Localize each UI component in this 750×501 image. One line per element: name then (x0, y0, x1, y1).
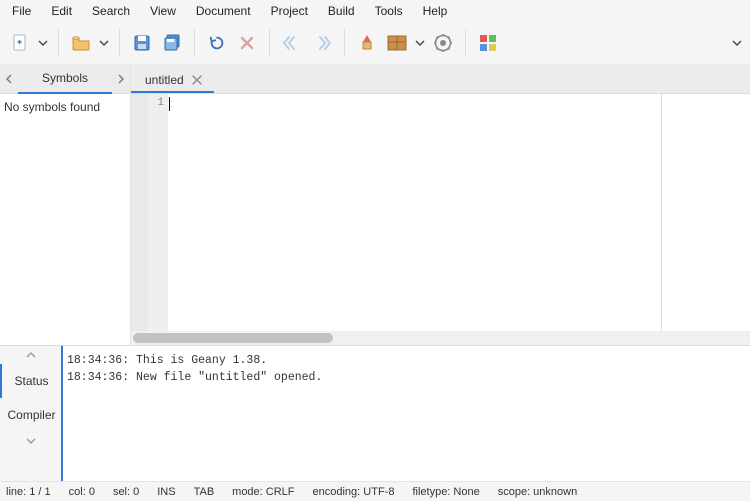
long-line-marker (661, 94, 662, 331)
message-window[interactable]: 18:34:36: This is Geany 1.38. 18:34:36: … (61, 346, 750, 481)
revert-button[interactable] (203, 29, 231, 57)
save-all-button[interactable] (158, 29, 186, 57)
bottom-tab-status[interactable]: Status (0, 364, 61, 398)
close-button[interactable] (233, 29, 261, 57)
folding-margin (131, 94, 148, 331)
nav-forward-button[interactable] (308, 29, 336, 57)
status-scope: scope: unknown (498, 486, 578, 498)
build-dropdown[interactable] (413, 29, 427, 57)
toolbar-overflow[interactable] (730, 29, 744, 57)
toolbar (0, 22, 750, 64)
menu-bar: File Edit Search View Document Project B… (0, 0, 750, 22)
new-file-dropdown[interactable] (36, 29, 50, 57)
horizontal-scrollbar[interactable] (131, 331, 750, 345)
menu-build[interactable]: Build (320, 2, 363, 20)
caret (169, 97, 170, 111)
menu-file[interactable]: File (4, 2, 39, 20)
line-number-gutter: 1 (148, 94, 168, 331)
save-button[interactable] (128, 29, 156, 57)
build-button[interactable] (383, 29, 411, 57)
run-button[interactable] (429, 29, 457, 57)
bottom-tabs: Status Compiler (0, 346, 61, 481)
status-bar: line: 1 / 1 col: 0 sel: 0 INS TAB mode: … (0, 481, 750, 501)
toolbar-separator (58, 29, 59, 57)
bottom-next-button[interactable] (0, 432, 61, 450)
close-tab-icon[interactable] (192, 75, 202, 85)
status-sel: sel: 0 (113, 486, 139, 498)
message-line: 18:34:36: New file "untitled" opened. (67, 369, 746, 386)
text-area[interactable] (168, 94, 750, 331)
new-file-button[interactable] (6, 29, 34, 57)
sidebar-next-button[interactable] (112, 64, 130, 94)
sidebar-tabs: Symbols (0, 64, 130, 94)
menu-project[interactable]: Project (263, 2, 316, 20)
editor-area: untitled 1 (131, 64, 750, 345)
menu-view[interactable]: View (142, 2, 184, 20)
open-file-dropdown[interactable] (97, 29, 111, 57)
open-file-button[interactable] (67, 29, 95, 57)
nav-back-button[interactable] (278, 29, 306, 57)
menu-search[interactable]: Search (84, 2, 138, 20)
sidebar: Symbols No symbols found (0, 64, 131, 345)
bottom-panel: Status Compiler 18:34:36: This is Geany … (0, 345, 750, 481)
bottom-prev-button[interactable] (0, 346, 61, 364)
status-filetype: filetype: None (412, 486, 479, 498)
status-ins: INS (157, 486, 175, 498)
document-tabs: untitled (131, 64, 750, 94)
compile-button[interactable] (353, 29, 381, 57)
scrollbar-thumb[interactable] (133, 333, 333, 343)
toolbar-separator (194, 29, 195, 57)
line-number: 1 (148, 97, 164, 109)
status-line: line: 1 / 1 (6, 486, 51, 498)
bottom-tab-compiler[interactable]: Compiler (0, 398, 61, 432)
toolbar-separator (119, 29, 120, 57)
status-mode: mode: CRLF (232, 486, 294, 498)
sidebar-prev-button[interactable] (0, 64, 18, 94)
color-chooser-button[interactable] (474, 29, 502, 57)
menu-tools[interactable]: Tools (367, 2, 411, 20)
menu-help[interactable]: Help (415, 2, 456, 20)
status-col: col: 0 (69, 486, 95, 498)
menu-document[interactable]: Document (188, 2, 259, 20)
editor[interactable]: 1 (131, 94, 750, 331)
toolbar-separator (269, 29, 270, 57)
main-area: Symbols No symbols found untitled 1 (0, 64, 750, 345)
sidebar-tab-symbols[interactable]: Symbols (18, 64, 112, 94)
status-tab: TAB (194, 486, 215, 498)
sidebar-body: No symbols found (0, 94, 130, 345)
toolbar-separator (344, 29, 345, 57)
document-tab-untitled[interactable]: untitled (131, 68, 214, 93)
menu-edit[interactable]: Edit (43, 2, 80, 20)
document-tab-label: untitled (145, 73, 184, 87)
status-encoding: encoding: UTF-8 (313, 486, 395, 498)
message-line: 18:34:36: This is Geany 1.38. (67, 352, 746, 369)
toolbar-separator (465, 29, 466, 57)
